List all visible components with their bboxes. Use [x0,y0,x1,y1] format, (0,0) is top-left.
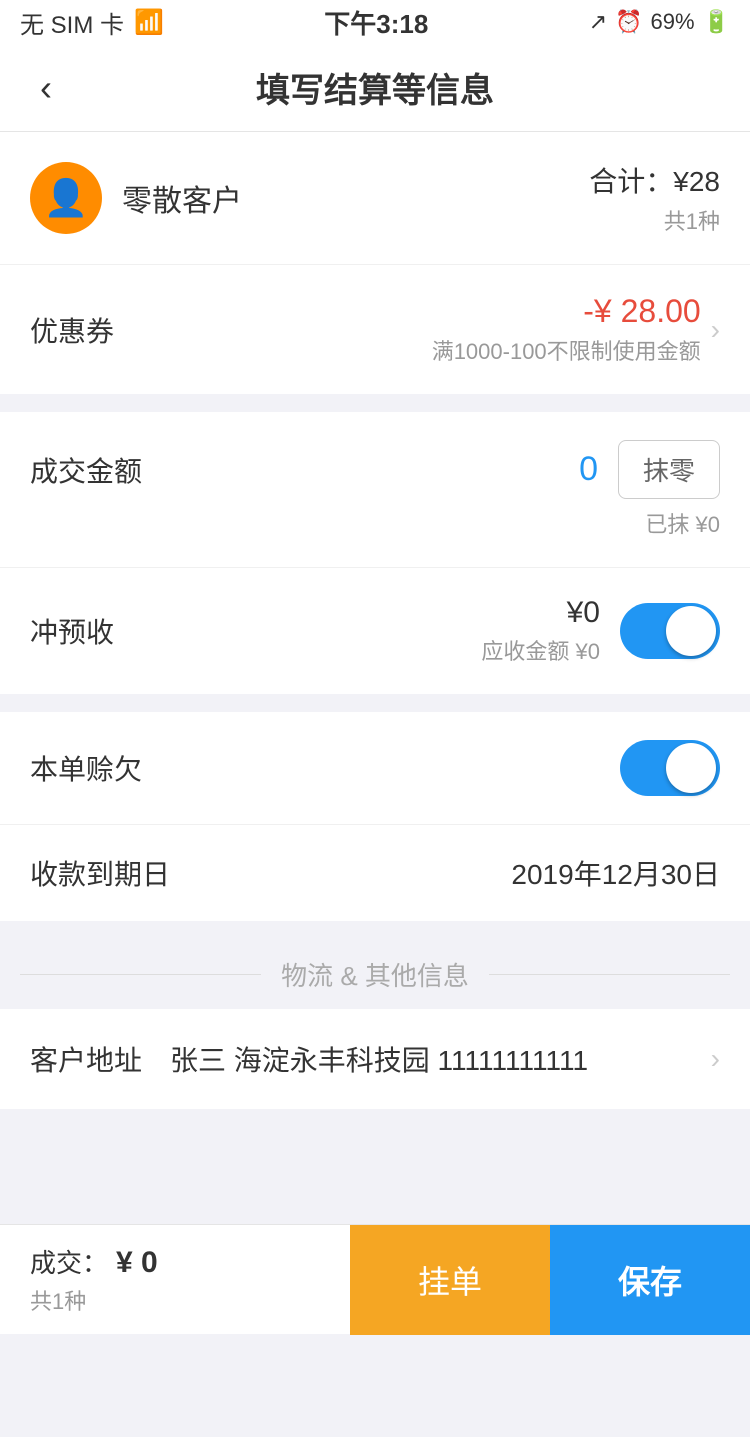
logistics-label: 物流 & 其他信息 [281,956,469,993]
due-date-row: 收款到期日 2019年12月30日 [0,824,750,921]
address-chevron-icon: › [711,1043,720,1075]
logistics-divider: 物流 & 其他信息 [0,939,750,1009]
coupon-info: -¥ 28.00 满1000-100不限制使用金额 [432,293,701,366]
battery-icon: 🔋 [703,9,730,35]
logistics-line-right [489,974,730,975]
customer-section: 👤 零散客户 合计：¥28 共1种 优惠券 -¥ 28.00 满1000-100… [0,132,750,394]
debt-label: 本单赊欠 [30,748,142,788]
save-button[interactable]: 保存 [550,1225,750,1335]
bottom-spacer [0,1327,750,1437]
bottom-deal-label: 成交： [30,1243,108,1280]
avatar: 👤 [30,162,102,234]
round-off-button[interactable]: 抹零 [618,440,720,499]
logistics-line-left [20,974,261,975]
nav-bar: ‹ 填写结算等信息 [0,44,750,132]
coupon-row[interactable]: 优惠券 -¥ 28.00 满1000-100不限制使用金额 › [0,264,750,394]
customer-row: 👤 零散客户 合计：¥28 共1种 [0,132,750,264]
status-time: 下午3:18 [324,4,428,41]
debt-toggle-knob [666,743,716,793]
advance-row: 冲预收 ¥0 应收金额 ¥0 [0,567,750,694]
status-right: ↗ ⏰ 69% 🔋 [589,9,730,35]
coupon-desc: 满1000-100不限制使用金额 [432,334,701,366]
address-section: 客户地址 张三 海淀永丰科技园 11111111111 › [0,1009,750,1109]
customer-total: 合计：¥28 [589,160,720,200]
already-label: 已抹 ¥0 [645,507,720,539]
location-icon: ↗ [589,9,607,35]
status-left: 无 SIM 卡 📶 [20,5,164,40]
battery-label: 69% [651,9,695,35]
due-date-value: 2019年12月30日 [511,853,720,893]
alarm-icon: ⏰ [615,9,642,35]
coupon-label: 优惠券 [30,310,114,350]
bottom-deal-amount: ¥ 0 [116,1246,158,1280]
advance-amount-group: ¥0 应收金额 ¥0 [481,596,600,666]
sim-label: 无 SIM 卡 [20,5,124,40]
address-key: 客户地址 [30,1039,150,1079]
deal-amount-value: 0 [579,450,598,489]
address-row[interactable]: 客户地址 张三 海淀永丰科技园 11111111111 › [0,1009,750,1109]
bottom-count: 共1种 [30,1284,320,1316]
due-date-label: 收款到期日 [30,853,170,893]
debt-row: 本单赊欠 [0,712,750,824]
debt-toggle[interactable] [620,740,720,796]
bottom-info: 成交： ¥ 0 共1种 [0,1243,350,1316]
back-button[interactable]: ‹ [30,57,62,119]
advance-toggle[interactable] [620,603,720,659]
bottom-bar: 成交： ¥ 0 共1种 挂单 保存 [0,1224,750,1334]
deal-amount-label: 成交金额 [30,450,142,490]
bottom-deal-row: 成交： ¥ 0 [30,1243,320,1280]
advance-right: ¥0 应收金额 ¥0 [481,596,720,666]
wifi-icon: 📶 [134,8,164,37]
coupon-chevron-icon: › [711,314,720,346]
advance-label: 冲预收 [30,611,114,651]
deal-amount-right: 0 抹零 [579,440,720,499]
status-bar: 无 SIM 卡 📶 下午3:18 ↗ ⏰ 69% 🔋 [0,0,750,44]
page-title: 填写结算等信息 [256,63,494,112]
customer-name: 零散客户 [122,176,242,220]
advance-amount: ¥0 [481,596,600,630]
customer-left: 👤 零散客户 [30,162,242,234]
advance-sub: 应收金额 ¥0 [481,634,600,666]
deal-amount-row: 成交金额 0 抹零 已抹 ¥0 [0,412,750,567]
customer-right: 合计：¥28 共1种 [589,160,720,236]
customer-count: 共1种 [589,204,720,236]
deal-section: 成交金额 0 抹零 已抹 ¥0 冲预收 ¥0 应收金额 ¥0 [0,412,750,694]
hold-button[interactable]: 挂单 [350,1225,550,1335]
advance-toggle-knob [666,606,716,656]
coupon-amount: -¥ 28.00 [432,293,701,330]
debt-section: 本单赊欠 收款到期日 2019年12月30日 [0,712,750,921]
address-value: 张三 海淀永丰科技园 11111111111 [170,1039,711,1079]
coupon-right: -¥ 28.00 满1000-100不限制使用金额 › [432,293,720,366]
